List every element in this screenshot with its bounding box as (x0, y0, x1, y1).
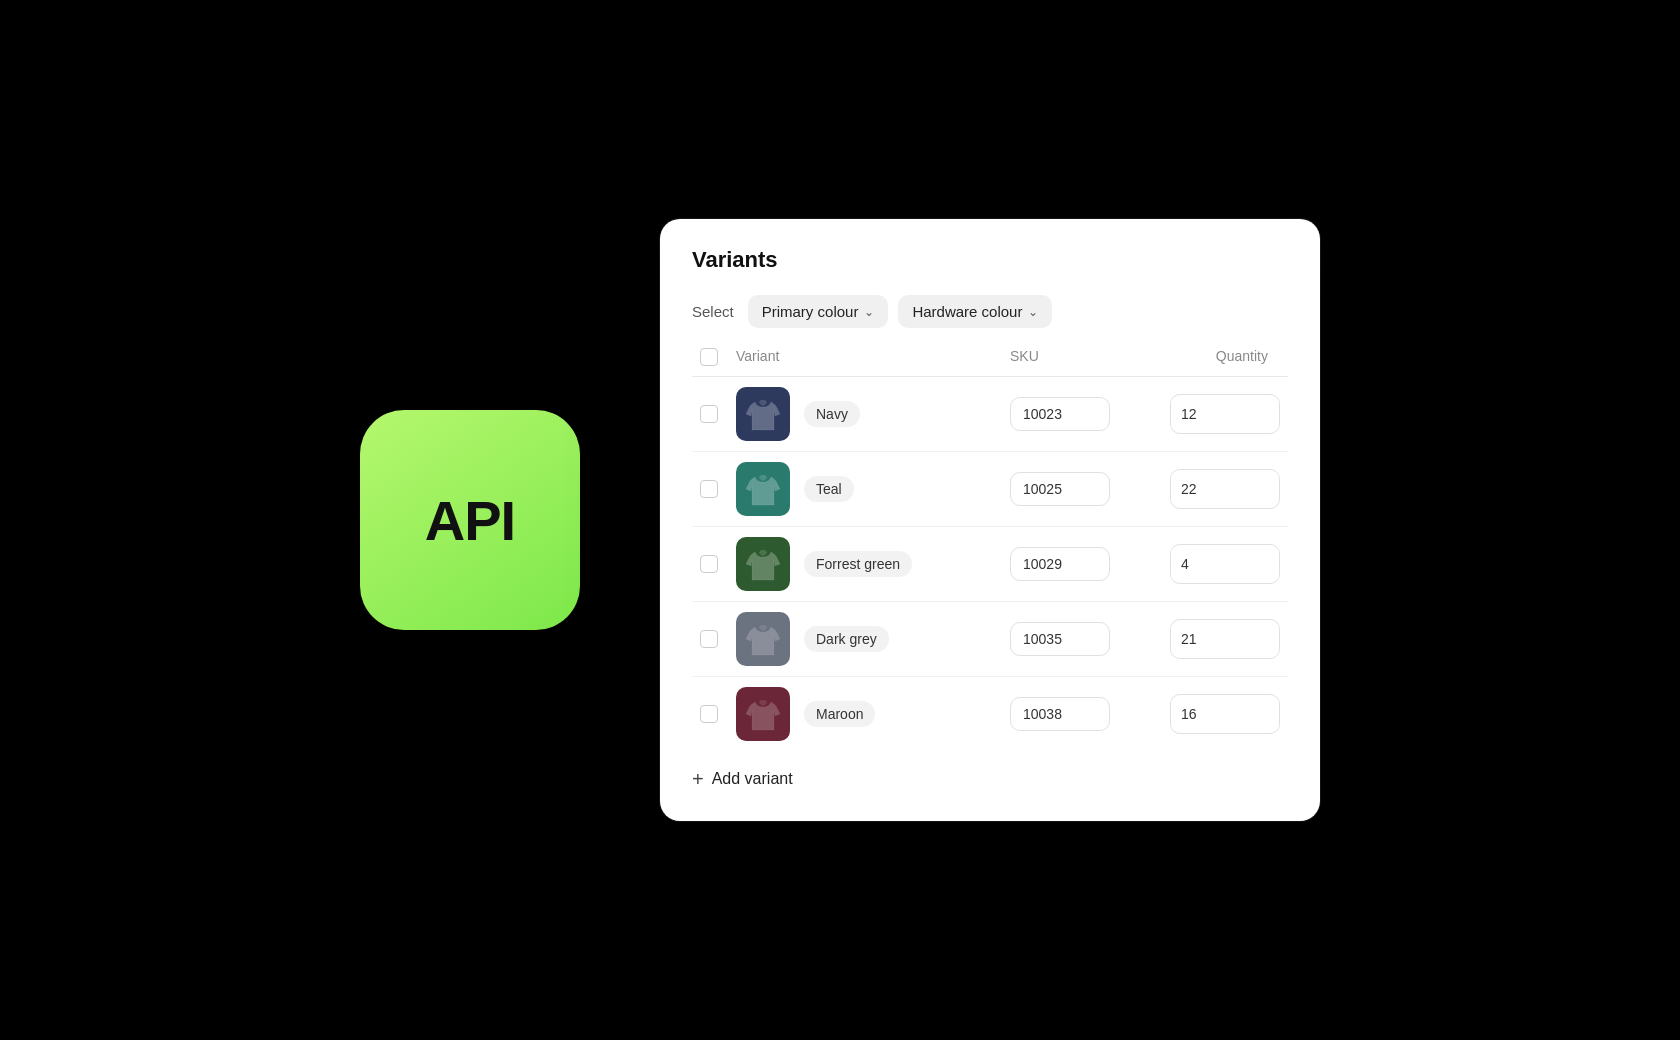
primary-colour-label: Primary colour (762, 303, 859, 320)
qty-cell-teal: ▲ ▼ (1140, 469, 1280, 509)
hoodie-svg-maroon (741, 692, 785, 736)
primary-colour-chevron-icon: ⌄ (864, 305, 874, 319)
table-row: Maroon ▲ ▼ (692, 677, 1288, 751)
table-row: Teal ▲ ▼ (692, 452, 1288, 527)
sku-cell-maroon (1010, 697, 1140, 731)
sku-input-darkgrey[interactable] (1010, 622, 1110, 656)
table-row: Navy ▲ ▼ (692, 377, 1288, 452)
hardware-colour-label: Hardware colour (912, 303, 1022, 320)
hoodie-image-teal (736, 462, 790, 516)
row-checkbox-maroon[interactable] (700, 705, 718, 723)
variant-cell-maroon: Maroon (736, 687, 1010, 741)
hoodie-svg-darkgrey (741, 617, 785, 661)
row-checkbox-teal[interactable] (700, 480, 718, 498)
sku-input-maroon[interactable] (1010, 697, 1110, 731)
row-checkbox-darkgrey[interactable] (700, 630, 718, 648)
column-header-quantity: Quantity (1140, 348, 1280, 366)
api-app-icon: API (360, 410, 580, 630)
variant-cell-darkgrey: Dark grey (736, 612, 1010, 666)
variant-badge-maroon: Maroon (804, 701, 875, 727)
qty-input-maroon[interactable] (1171, 698, 1280, 730)
variant-badge-forrest: Forrest green (804, 551, 912, 577)
qty-cell-navy: ▲ ▼ (1140, 394, 1280, 434)
sku-cell-navy (1010, 397, 1140, 431)
variants-panel: Variants Select Primary colour ⌄ Hardwar… (660, 219, 1320, 821)
variant-cell-teal: Teal (736, 462, 1010, 516)
hoodie-image-forrest (736, 537, 790, 591)
row-checkbox-forrest[interactable] (700, 555, 718, 573)
add-variant-label: Add variant (712, 770, 793, 788)
hoodie-image-navy (736, 387, 790, 441)
hoodie-svg-forrest (741, 542, 785, 586)
table-header: Variant SKU Quantity (692, 348, 1288, 377)
qty-control-navy: ▲ ▼ (1170, 394, 1280, 434)
variant-badge-darkgrey: Dark grey (804, 626, 889, 652)
hoodie-svg-navy (741, 392, 785, 436)
table-row: Forrest green ▲ ▼ (692, 527, 1288, 602)
column-header-variant: Variant (736, 348, 1010, 366)
qty-input-forrest[interactable] (1171, 548, 1280, 580)
api-icon-label: API (425, 488, 515, 553)
qty-cell-forrest: ▲ ▼ (1140, 544, 1280, 584)
variant-cell-navy: Navy (736, 387, 1010, 441)
sku-input-navy[interactable] (1010, 397, 1110, 431)
sku-input-forrest[interactable] (1010, 547, 1110, 581)
toolbar: Select Primary colour ⌄ Hardware colour … (692, 295, 1288, 328)
add-variant-plus-icon: + (692, 769, 704, 789)
qty-control-maroon: ▲ ▼ (1170, 694, 1280, 734)
qty-cell-maroon: ▲ ▼ (1140, 694, 1280, 734)
variant-cell-forrest: Forrest green (736, 537, 1010, 591)
select-all-checkbox[interactable] (700, 348, 718, 366)
panel-title: Variants (692, 247, 1288, 273)
qty-cell-darkgrey: ▲ ▼ (1140, 619, 1280, 659)
table-body: Navy ▲ ▼ (692, 377, 1288, 751)
qty-input-darkgrey[interactable] (1171, 623, 1280, 655)
hoodie-image-maroon (736, 687, 790, 741)
qty-input-teal[interactable] (1171, 473, 1280, 505)
primary-colour-dropdown[interactable]: Primary colour ⌄ (748, 295, 889, 328)
qty-control-teal: ▲ ▼ (1170, 469, 1280, 509)
qty-input-navy[interactable] (1171, 398, 1280, 430)
toolbar-select-label: Select (692, 303, 734, 320)
qty-control-forrest: ▲ ▼ (1170, 544, 1280, 584)
hardware-colour-chevron-icon: ⌄ (1028, 305, 1038, 319)
column-header-sku: SKU (1010, 348, 1140, 366)
sku-cell-darkgrey (1010, 622, 1140, 656)
sku-cell-teal (1010, 472, 1140, 506)
hoodie-svg-teal (741, 467, 785, 511)
scene: API Variants Select Primary colour ⌄ Har… (0, 0, 1680, 1040)
variant-badge-navy: Navy (804, 401, 860, 427)
hoodie-image-darkgrey (736, 612, 790, 666)
api-icon-wrapper: API (360, 410, 580, 630)
row-checkbox-navy[interactable] (700, 405, 718, 423)
qty-control-darkgrey: ▲ ▼ (1170, 619, 1280, 659)
hardware-colour-dropdown[interactable]: Hardware colour ⌄ (898, 295, 1052, 328)
table-row: Dark grey ▲ ▼ (692, 602, 1288, 677)
variant-badge-teal: Teal (804, 476, 854, 502)
sku-cell-forrest (1010, 547, 1140, 581)
add-variant-row[interactable]: + Add variant (692, 769, 1288, 789)
sku-input-teal[interactable] (1010, 472, 1110, 506)
